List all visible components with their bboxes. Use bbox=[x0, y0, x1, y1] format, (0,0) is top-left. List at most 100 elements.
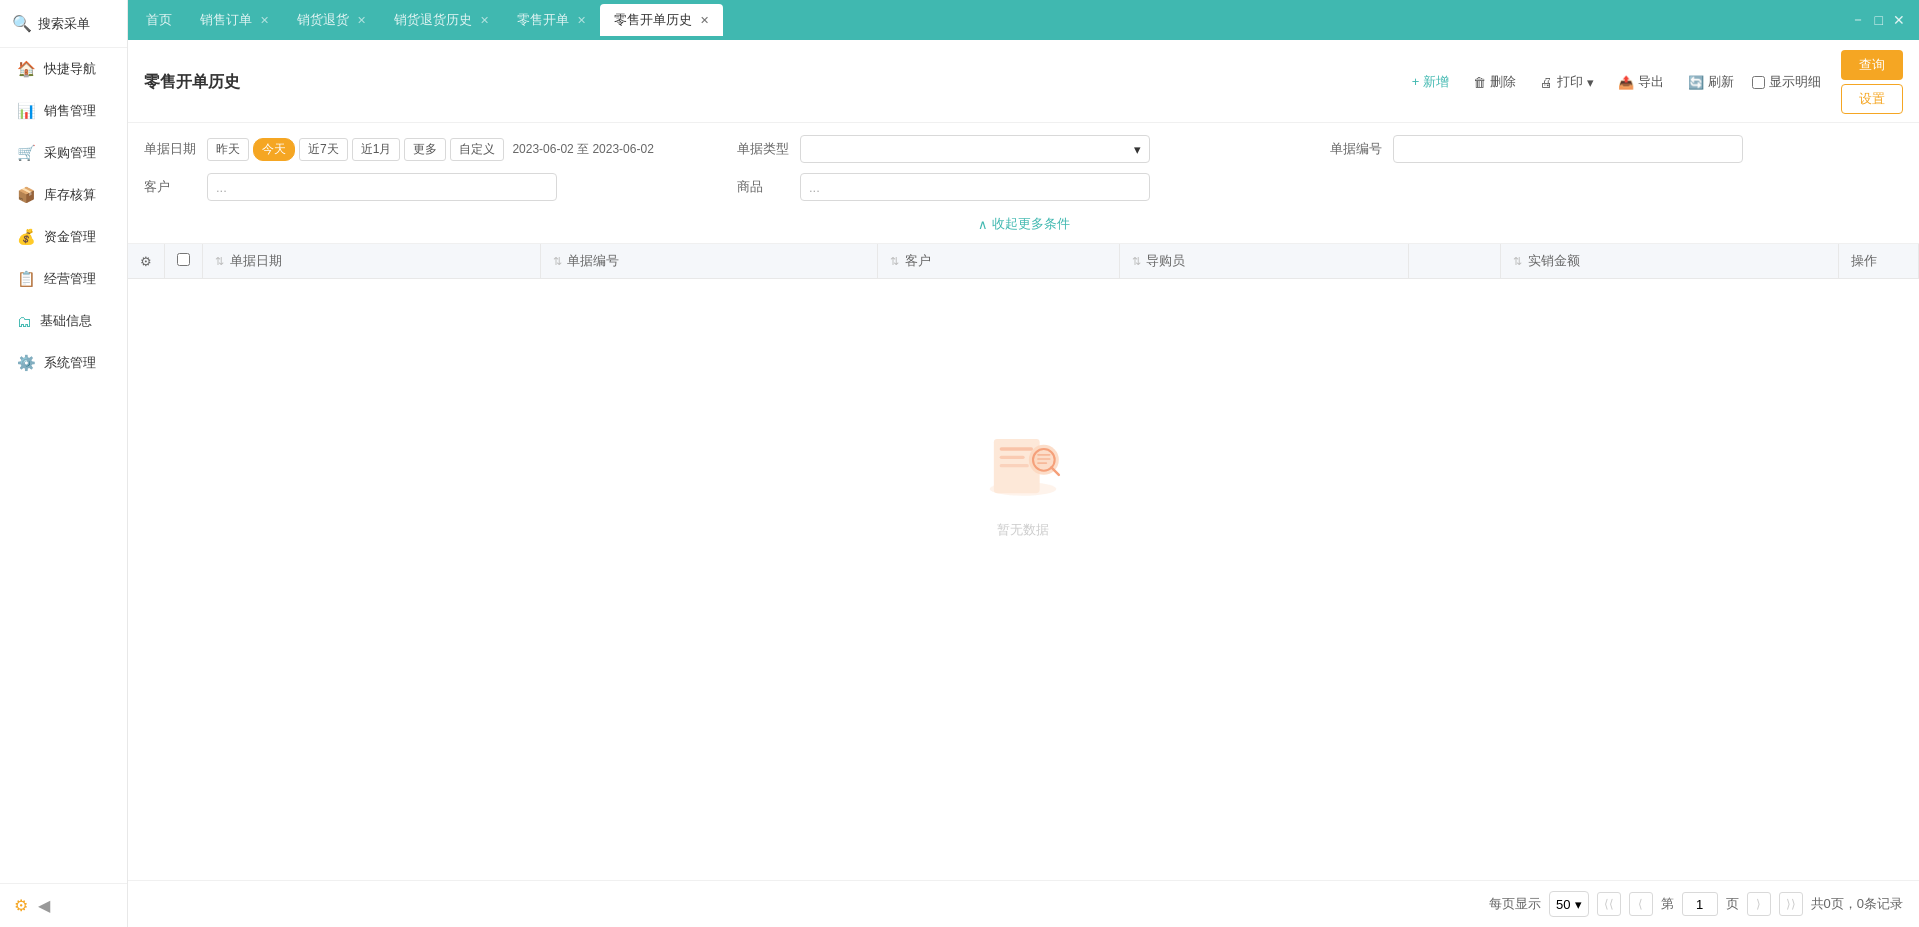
sidebar-item-quick-nav[interactable]: 🏠 快捷导航 bbox=[0, 48, 127, 90]
tab-sales-return-history[interactable]: 销货退货历史 ✕ bbox=[380, 4, 503, 36]
tab-retail-open-close[interactable]: ✕ bbox=[577, 14, 586, 27]
new-button[interactable]: + 新增 bbox=[1406, 69, 1455, 95]
tab-sales-return-history-label: 销货退货历史 bbox=[394, 11, 472, 29]
sort-icon: ⇅ bbox=[890, 255, 899, 267]
filter-row-2: 客户 ... 商品 ... bbox=[144, 173, 1903, 201]
display-detail-checkbox[interactable]: 显示明细 bbox=[1752, 73, 1821, 91]
delete-button-label: 删除 bbox=[1490, 73, 1516, 91]
chart-icon: 📊 bbox=[17, 102, 36, 120]
svg-rect-3 bbox=[1000, 456, 1025, 459]
th-actions-label: 操作 bbox=[1851, 253, 1877, 268]
search-icon: 🔍 bbox=[12, 14, 32, 33]
tab-home[interactable]: 首页 bbox=[132, 4, 186, 36]
type-filter-group: 单据类型 ▾ bbox=[737, 135, 1310, 163]
query-button[interactable]: 查询 bbox=[1841, 50, 1903, 80]
tab-retail-open-history-label: 零售开单历史 bbox=[614, 11, 692, 29]
tab-sales-order[interactable]: 销售订单 ✕ bbox=[186, 4, 283, 36]
sidebar-item-finance[interactable]: 💰 资金管理 bbox=[0, 216, 127, 258]
last-page-btn[interactable]: ⟩⟩ bbox=[1779, 892, 1803, 916]
type-select-arrow: ▾ bbox=[1134, 142, 1141, 157]
sidebar-item-inventory[interactable]: 📦 库存核算 bbox=[0, 174, 127, 216]
date-more-btn[interactable]: 更多 bbox=[404, 138, 446, 161]
export-button[interactable]: 📤 导出 bbox=[1612, 69, 1670, 95]
product-filter-input[interactable]: ... bbox=[800, 173, 1150, 201]
tab-home-label: 首页 bbox=[146, 11, 172, 29]
home-icon: 🏠 bbox=[17, 60, 36, 78]
table-area: ⚙ ⇅ 单据日期 ⇅ 单据编号 ⇅ 客户 bbox=[128, 244, 1919, 880]
page-title: 零售开单历史 bbox=[144, 72, 240, 93]
display-detail-label: 显示明细 bbox=[1769, 73, 1821, 91]
content-area: 零售开单历史 + 新增 🗑 删除 🖨 打印 ▾ 📤 导出 bbox=[128, 40, 1919, 927]
refresh-button[interactable]: 🔄 刷新 bbox=[1682, 69, 1740, 95]
date-buttons: 昨天 今天 近7天 近1月 更多 自定义 bbox=[207, 138, 504, 161]
first-page-btn[interactable]: ⟨⟨ bbox=[1597, 892, 1621, 916]
th-salesperson[interactable]: ⇅ 导购员 bbox=[1119, 244, 1409, 279]
th-spacer bbox=[1409, 244, 1501, 279]
page-size-value: 50 bbox=[1556, 897, 1570, 912]
date-today-btn[interactable]: 今天 bbox=[253, 138, 295, 161]
customer-filter-input[interactable]: ... bbox=[207, 173, 557, 201]
date-custom-btn[interactable]: 自定义 bbox=[450, 138, 504, 161]
window-minimize-icon[interactable]: － bbox=[1851, 11, 1865, 29]
tab-retail-open-history-close[interactable]: ✕ bbox=[700, 14, 709, 27]
empty-illustration bbox=[973, 419, 1073, 509]
tab-sales-return[interactable]: 销货退货 ✕ bbox=[283, 4, 380, 36]
prev-page-btn[interactable]: ⟨ bbox=[1629, 892, 1653, 916]
sidebar-item-sales-mgmt[interactable]: 📊 销售管理 bbox=[0, 90, 127, 132]
collapse-label: 收起更多条件 bbox=[992, 215, 1070, 233]
collapse-sidebar-icon[interactable]: ◀ bbox=[38, 896, 50, 915]
th-checkbox[interactable] bbox=[165, 244, 203, 279]
next-page-btn[interactable]: ⟩ bbox=[1747, 892, 1771, 916]
sort-icon: ⇅ bbox=[215, 255, 224, 267]
empty-state: 暂无数据 bbox=[128, 279, 1919, 679]
display-detail-input[interactable] bbox=[1752, 76, 1765, 89]
settings-button[interactable]: 设置 bbox=[1841, 84, 1903, 114]
sidebar-bottom: ⚙ ◀ bbox=[0, 883, 127, 927]
window-close-icon[interactable]: ✕ bbox=[1893, 12, 1905, 28]
print-button[interactable]: 🖨 打印 ▾ bbox=[1534, 69, 1600, 95]
product-placeholder: ... bbox=[809, 180, 820, 195]
tab-sales-return-history-close[interactable]: ✕ bbox=[480, 14, 489, 27]
sidebar-search[interactable]: 🔍 搜索采单 bbox=[0, 0, 127, 48]
th-customer[interactable]: ⇅ 客户 bbox=[878, 244, 1120, 279]
th-number[interactable]: ⇅ 单据编号 bbox=[540, 244, 878, 279]
date-1month-btn[interactable]: 近1月 bbox=[352, 138, 401, 161]
settings-gear-icon[interactable]: ⚙ bbox=[14, 896, 28, 915]
th-amount[interactable]: ⇅ 实销金额 bbox=[1501, 244, 1839, 279]
money-icon: 💰 bbox=[17, 228, 36, 246]
th-date[interactable]: ⇅ 单据日期 bbox=[203, 244, 541, 279]
tab-sales-return-close[interactable]: ✕ bbox=[357, 14, 366, 27]
page-suffix-label: 页 bbox=[1726, 895, 1739, 913]
page-toolbar: 零售开单历史 + 新增 🗑 删除 🖨 打印 ▾ 📤 导出 bbox=[128, 40, 1919, 123]
sidebar-item-basic-info[interactable]: 🗂 基础信息 bbox=[0, 300, 127, 342]
sidebar-item-system[interactable]: ⚙️ 系统管理 bbox=[0, 342, 127, 384]
collapse-filter-btn[interactable]: ∧ 收起更多条件 bbox=[144, 211, 1903, 237]
date-7days-btn[interactable]: 近7天 bbox=[299, 138, 348, 161]
sidebar-item-purchase-mgmt[interactable]: 🛒 采购管理 bbox=[0, 132, 127, 174]
window-maximize-icon[interactable]: □ bbox=[1875, 12, 1883, 28]
type-filter-select[interactable]: ▾ bbox=[800, 135, 1150, 163]
sidebar-item-operations[interactable]: 📋 经营管理 bbox=[0, 258, 127, 300]
tab-retail-open[interactable]: 零售开单 ✕ bbox=[503, 4, 600, 36]
th-amount-label: 实销金额 bbox=[1528, 253, 1580, 268]
sort-icon: ⇅ bbox=[1132, 255, 1141, 267]
export-button-label: 导出 bbox=[1638, 73, 1664, 91]
per-page-label: 每页显示 bbox=[1489, 895, 1541, 913]
refresh-button-label: 刷新 bbox=[1708, 73, 1734, 91]
select-all-checkbox[interactable] bbox=[177, 253, 190, 266]
th-settings[interactable]: ⚙ bbox=[128, 244, 165, 279]
th-salesperson-label: 导购员 bbox=[1146, 253, 1185, 268]
page-number-input[interactable] bbox=[1682, 892, 1718, 916]
refresh-icon: 🔄 bbox=[1688, 75, 1704, 90]
type-filter-label: 单据类型 bbox=[737, 140, 792, 158]
tab-sales-order-close[interactable]: ✕ bbox=[260, 14, 269, 27]
delete-button[interactable]: 🗑 删除 bbox=[1467, 69, 1522, 95]
number-filter-input[interactable] bbox=[1393, 135, 1743, 163]
date-yesterday-btn[interactable]: 昨天 bbox=[207, 138, 249, 161]
filter-row-1: 单据日期 昨天 今天 近7天 近1月 更多 自定义 2023-06-02 至 2… bbox=[144, 135, 1903, 163]
customer-placeholder: ... bbox=[216, 180, 227, 195]
page-size-select[interactable]: 50 ▾ bbox=[1549, 891, 1588, 917]
sidebar-item-label: 经营管理 bbox=[44, 270, 96, 288]
customer-filter-label: 客户 bbox=[144, 178, 199, 196]
tab-retail-open-history[interactable]: 零售开单历史 ✕ bbox=[600, 4, 723, 36]
